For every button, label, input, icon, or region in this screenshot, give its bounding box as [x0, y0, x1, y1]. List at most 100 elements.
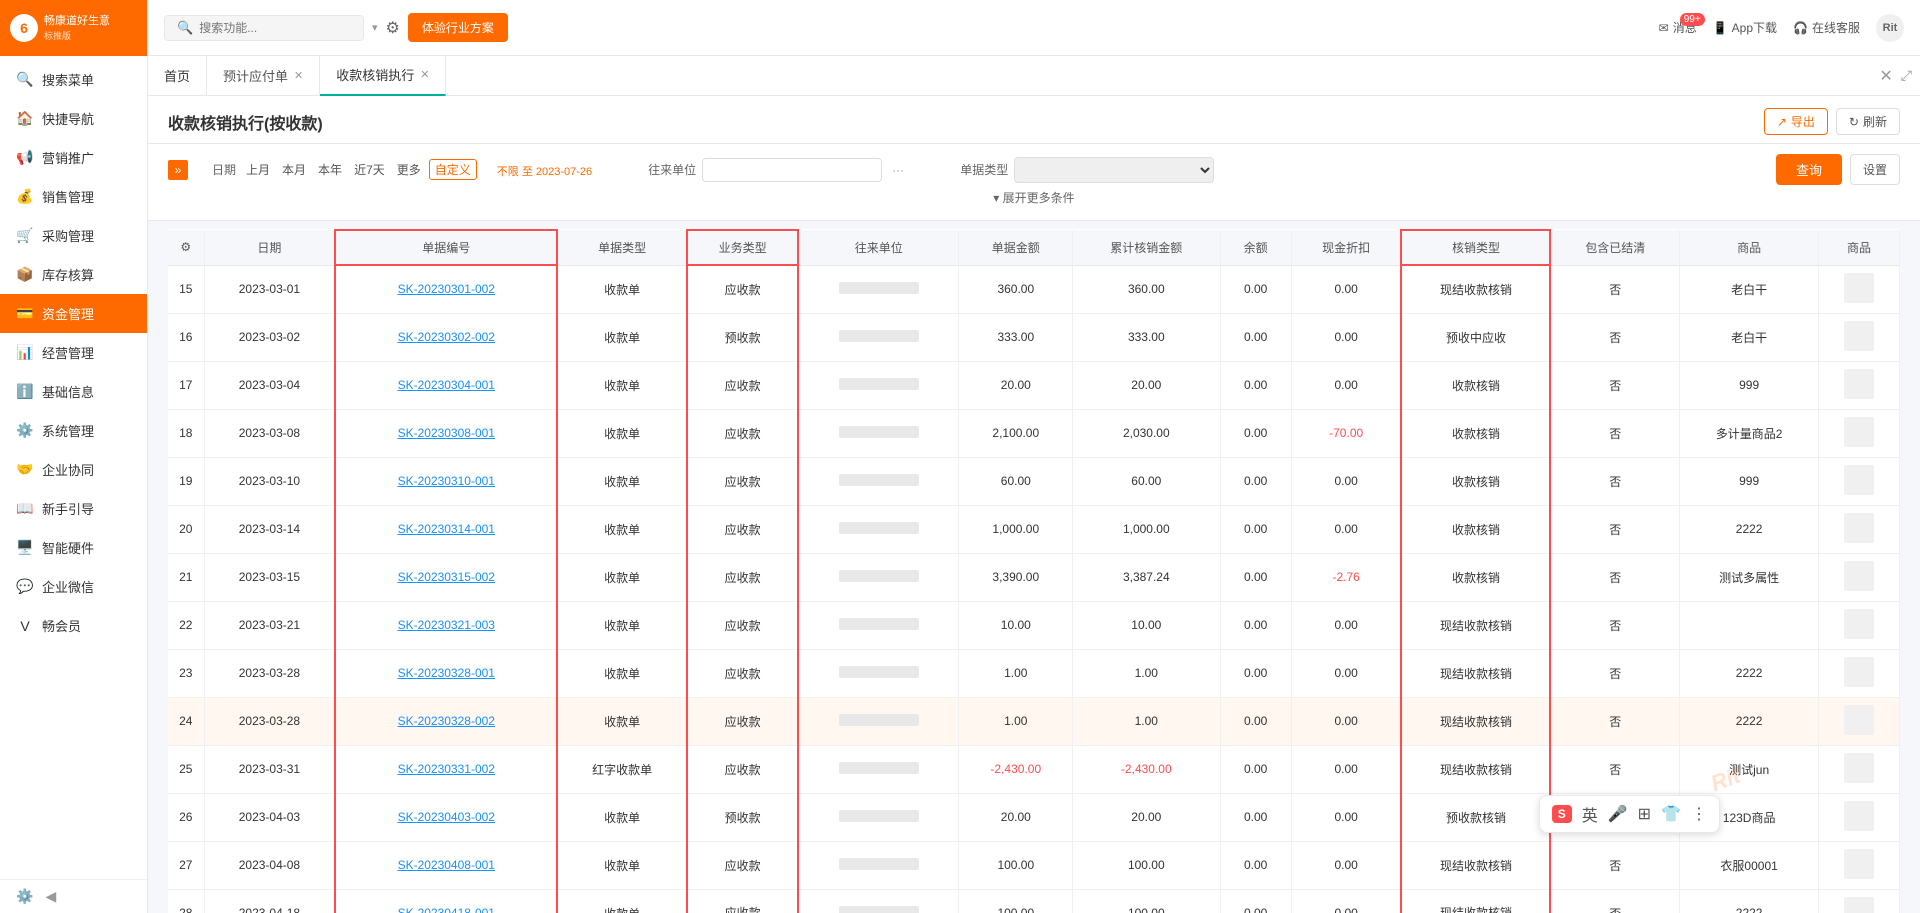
sidebar-item-sales[interactable]: 💰 销售管理	[0, 177, 147, 216]
export-button[interactable]: ↗ 导出	[1764, 108, 1828, 135]
im-lang-label[interactable]: 英	[1582, 802, 1598, 826]
tab-pre-pay[interactable]: 预计应付单 ✕	[207, 56, 320, 96]
tab-close-all-icon[interactable]: ✕	[1879, 66, 1892, 86]
sidebar-item-label: 采购管理	[42, 226, 94, 245]
date-custom-btn[interactable]: 自定义	[429, 159, 477, 180]
sidebar-item-operation[interactable]: 📊 经营管理	[0, 333, 147, 372]
app-download-button[interactable]: 📱 App下载	[1713, 19, 1777, 36]
table-row[interactable]: 22 2023-03-21 SK-20230321-003 收款单 应收款 10…	[168, 601, 1900, 649]
table-row[interactable]: 24 2023-03-28 SK-20230328-002 收款单 应收款 1.…	[168, 697, 1900, 745]
sidebar-item-basic[interactable]: ℹ️ 基础信息	[0, 372, 147, 411]
bill-no-link[interactable]: SK-20230308-001	[398, 426, 495, 440]
table-row[interactable]: 25 2023-03-31 SK-20230331-002 红字收款单 应收款 …	[168, 745, 1900, 793]
tab-right-controls: ✕ ⤢	[1879, 66, 1920, 86]
sidebar-collapse-icon[interactable]: ◀	[45, 888, 56, 905]
sidebar-item-system[interactable]: ⚙️ 系统管理	[0, 411, 147, 450]
im-mic-icon[interactable]: 🎤	[1608, 804, 1628, 824]
bill-no-link[interactable]: SK-20230310-001	[398, 474, 495, 488]
sidebar-item-search[interactable]: 🔍 搜索菜单	[0, 60, 147, 99]
table-row[interactable]: 17 2023-03-04 SK-20230304-001 收款单 应收款 20…	[168, 361, 1900, 409]
sidebar-settings-icon[interactable]: ⚙️	[16, 888, 33, 905]
table-row[interactable]: 20 2023-03-14 SK-20230314-001 收款单 应收款 1,…	[168, 505, 1900, 553]
search-box[interactable]: 🔍	[164, 15, 364, 41]
bill-no-link[interactable]: SK-20230304-001	[398, 378, 495, 392]
bill-no-link[interactable]: SK-20230403-002	[398, 810, 495, 824]
bill-no-link[interactable]: SK-20230418-001	[398, 906, 495, 913]
sidebar-item-label: 智能硬件	[42, 538, 94, 557]
dropdown-arrow-icon[interactable]: ▾	[372, 21, 378, 34]
cell-date: 2023-03-10	[204, 457, 335, 505]
sidebar-item-wechat[interactable]: 💬 企业微信	[0, 567, 147, 606]
cell-num: 27	[168, 841, 204, 889]
sidebar-item-purchase[interactable]: 🛒 采购管理	[0, 216, 147, 255]
bill-no-link[interactable]: SK-20230314-001	[398, 522, 495, 536]
table-row[interactable]: 18 2023-03-08 SK-20230308-001 收款单 应收款 2,…	[168, 409, 1900, 457]
date-last-month-btn[interactable]: 上月	[242, 159, 274, 180]
table-row[interactable]: 23 2023-03-28 SK-20230328-001 收款单 应收款 1.…	[168, 649, 1900, 697]
bill-no-link[interactable]: SK-20230302-002	[398, 330, 495, 344]
bill-no-link[interactable]: SK-20230328-001	[398, 666, 495, 680]
tab-maximize-icon[interactable]: ⤢	[1901, 67, 1912, 84]
th-settings[interactable]: ⚙	[168, 230, 204, 265]
table-row[interactable]: 21 2023-03-15 SK-20230315-002 收款单 应收款 3,…	[168, 553, 1900, 601]
tab-label: 预计应付单	[223, 66, 288, 85]
cell-verify-type: 收款核销	[1401, 361, 1550, 409]
cell-bill-no: SK-20230310-001	[335, 457, 557, 505]
im-grid-icon[interactable]: ⊞	[1638, 804, 1651, 824]
cell-bill-no: SK-20230314-001	[335, 505, 557, 553]
cell-cash-discount: 0.00	[1291, 649, 1401, 697]
bill-no-link[interactable]: SK-20230315-002	[398, 570, 495, 584]
tab-close-icon[interactable]: ✕	[420, 68, 429, 81]
search-input[interactable]	[199, 21, 339, 35]
expand-more-conditions[interactable]: ▾ 展开更多条件	[168, 185, 1900, 210]
tab-home[interactable]: 首页	[148, 56, 207, 96]
tab-close-icon[interactable]: ✕	[294, 69, 303, 82]
settings-button[interactable]: 设置	[1850, 154, 1900, 185]
sidebar-item-marketing[interactable]: 📢 营销推广	[0, 138, 147, 177]
table-row[interactable]: 27 2023-04-08 SK-20230408-001 收款单 应收款 10…	[168, 841, 1900, 889]
sidebar-item-guide[interactable]: 📖 新手引导	[0, 489, 147, 528]
query-button[interactable]: 查询	[1776, 154, 1842, 185]
filter-expand-icon[interactable]: »	[168, 160, 188, 180]
sidebar: 6 畅康道好生意 标推版 🔍 搜索菜单 🏠 快捷导航 📢 营销推广 💰 销售管理…	[0, 0, 148, 913]
date-7days-btn[interactable]: 近7天	[350, 159, 389, 180]
bill-no-link[interactable]: SK-20230328-002	[398, 714, 495, 728]
cell-bill-amount: 60.00	[959, 457, 1073, 505]
online-service-button[interactable]: 🎧 在线客服	[1793, 19, 1860, 36]
cell-bill-type: 收款单	[557, 457, 687, 505]
cell-cash-discount: 0.00	[1291, 697, 1401, 745]
messages-button[interactable]: ✉ 消息 99+	[1659, 19, 1697, 36]
sidebar-item-member[interactable]: V 畅会员	[0, 606, 147, 645]
bill-no-link[interactable]: SK-20230321-003	[398, 618, 495, 632]
sidebar-item-quick-nav[interactable]: 🏠 快捷导航	[0, 99, 147, 138]
refresh-button[interactable]: ↻ 刷新	[1836, 108, 1900, 135]
cell-bill-no: SK-20230403-002	[335, 793, 557, 841]
partner-filter-input[interactable]	[702, 158, 882, 182]
im-menu-icon[interactable]: ⋮	[1691, 804, 1707, 824]
cell-date: 2023-03-01	[204, 265, 335, 313]
sidebar-item-cooperation[interactable]: 🤝 企业协同	[0, 450, 147, 489]
table-row[interactable]: 19 2023-03-10 SK-20230310-001 收款单 应收款 60…	[168, 457, 1900, 505]
date-this-month-btn[interactable]: 本月	[278, 159, 310, 180]
date-more-btn[interactable]: 更多	[393, 159, 425, 180]
user-avatar[interactable]: Rit	[1876, 14, 1904, 42]
cell-biz-type: 应收款	[687, 265, 798, 313]
table-settings-icon[interactable]: ⚙	[180, 240, 191, 254]
gear-icon[interactable]: ⚙	[386, 18, 400, 38]
date-this-year-btn[interactable]: 本年	[314, 159, 346, 180]
cell-include-settled: 否	[1550, 841, 1679, 889]
sidebar-item-inventory[interactable]: 📦 库存核算	[0, 255, 147, 294]
im-shirt-icon[interactable]: 👕	[1661, 804, 1681, 824]
table-row[interactable]: 15 2023-03-01 SK-20230301-002 收款单 应收款 36…	[168, 265, 1900, 313]
bill-no-link[interactable]: SK-20230331-002	[398, 762, 495, 776]
table-row[interactable]: 16 2023-03-02 SK-20230302-002 收款单 预收款 33…	[168, 313, 1900, 361]
cell-biz-type: 应收款	[687, 649, 798, 697]
bill-no-link[interactable]: SK-20230408-001	[398, 858, 495, 872]
sidebar-item-hardware[interactable]: 🖥️ 智能硬件	[0, 528, 147, 567]
solution-button[interactable]: 体验行业方案	[408, 13, 508, 42]
bill-no-link[interactable]: SK-20230301-002	[398, 282, 495, 296]
sidebar-item-finance[interactable]: 💳 资金管理	[0, 294, 147, 333]
table-row[interactable]: 28 2023-04-18 SK-20230418-001 收款单 应收款 10…	[168, 889, 1900, 913]
tab-collection-verify[interactable]: 收款核销执行 ✕	[320, 56, 446, 96]
bill-type-filter-select[interactable]	[1014, 157, 1214, 183]
